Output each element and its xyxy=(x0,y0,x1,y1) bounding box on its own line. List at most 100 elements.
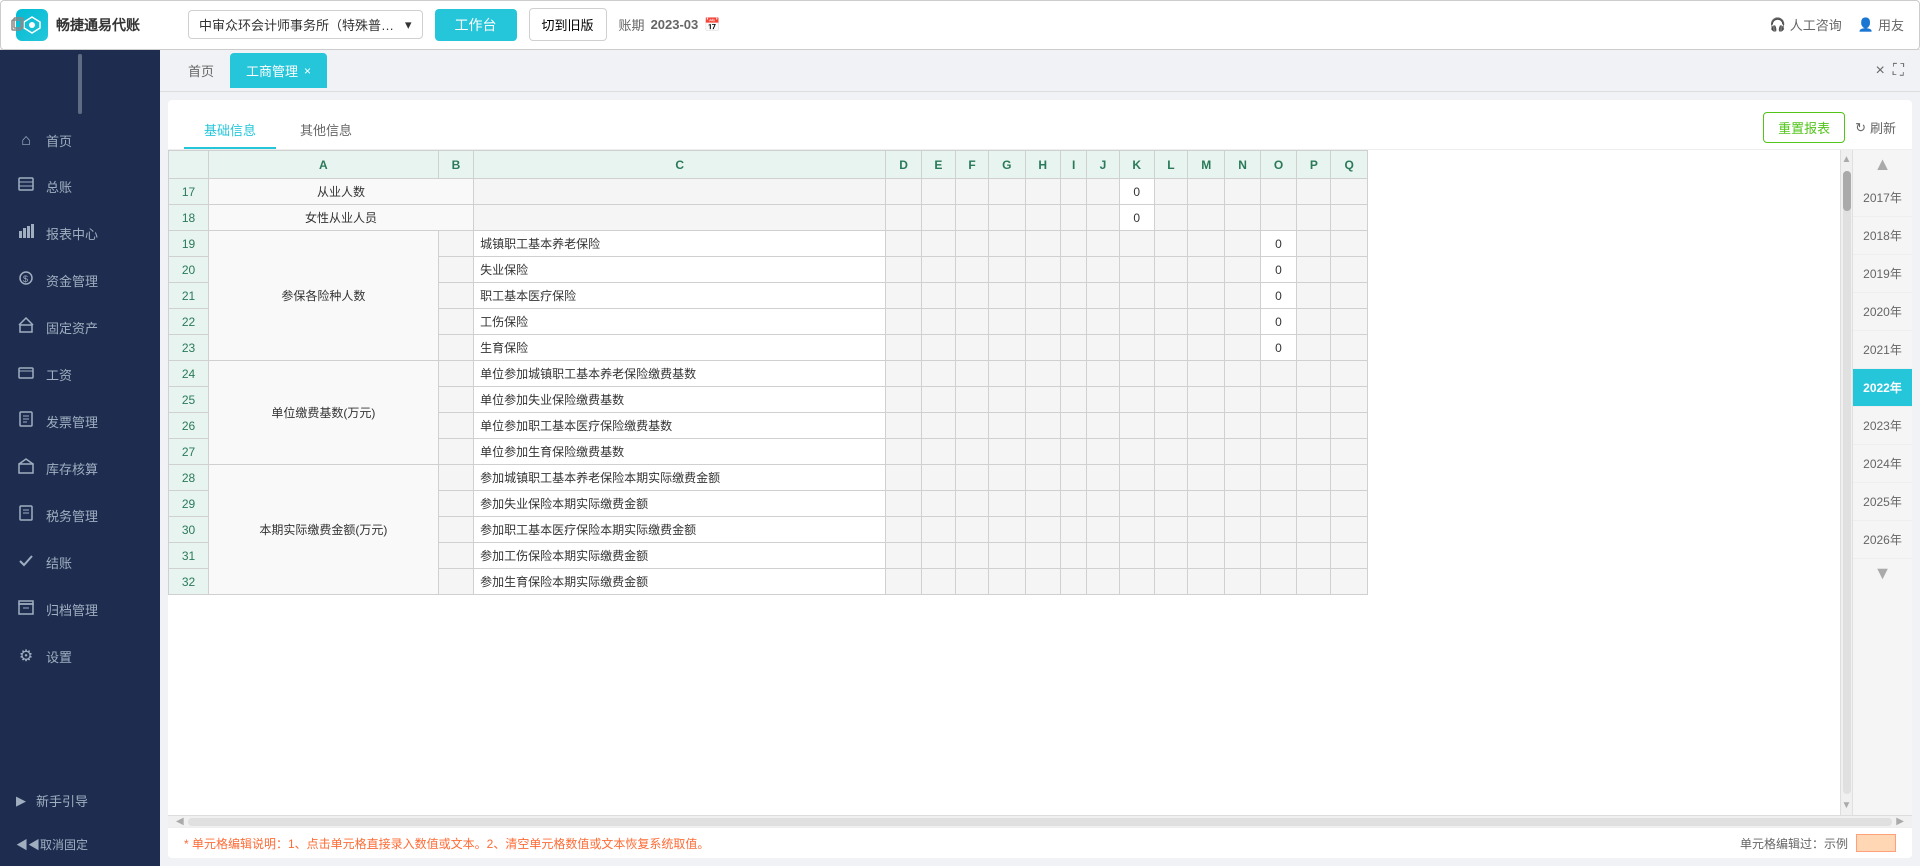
sidebar-item-wages[interactable]: 工资 xyxy=(0,351,160,398)
year-item-2026[interactable]: 2026年 xyxy=(1853,521,1912,559)
sidebar-item-inventory[interactable]: 库存核算 xyxy=(0,445,160,492)
cell-30-c[interactable]: 参加职工基本医疗保险本期实际缴费金额 xyxy=(474,517,886,543)
cell-17-g[interactable] xyxy=(989,179,1025,205)
h-scroll-left-button[interactable]: ◀ xyxy=(172,816,188,827)
year-panel-down[interactable]: ▼ xyxy=(1853,559,1912,588)
cell-18-g[interactable] xyxy=(989,205,1025,231)
cell-22-o[interactable]: 0 xyxy=(1260,309,1296,335)
year-item-2024[interactable]: 2024年 xyxy=(1853,445,1912,483)
sidebar-item-archive[interactable]: 归档管理 xyxy=(0,586,160,633)
horizontal-scrollbar[interactable]: ◀ ▶ xyxy=(168,815,1912,827)
scroll-track[interactable] xyxy=(1843,171,1851,794)
sidebar-item-home[interactable]: ⌂ 首页 xyxy=(0,118,160,163)
h-scroll-right-button[interactable]: ▶ xyxy=(1892,816,1908,827)
spreadsheet-container[interactable]: A B C D E F G H I J xyxy=(168,150,1840,815)
cell-18-o[interactable] xyxy=(1260,205,1296,231)
cell-20-c[interactable]: 失业保险 xyxy=(474,257,886,283)
cell-18-l[interactable] xyxy=(1154,205,1187,231)
cell-17-n[interactable] xyxy=(1225,179,1260,205)
cell-17-a[interactable]: 从业人数 xyxy=(209,179,474,205)
tab-home[interactable]: 首页 xyxy=(176,53,226,88)
sidebar-item-cancelfix[interactable]: ◀◀取消固定 xyxy=(0,823,160,866)
sidebar-item-funds[interactable]: $ 资金管理 xyxy=(0,257,160,304)
cell-19-23-a[interactable]: 参保各险种人数 xyxy=(209,231,439,361)
company-copy-button[interactable] xyxy=(0,0,1920,50)
sub-tab-basic[interactable]: 基础信息 xyxy=(184,112,276,149)
cell-17-p[interactable] xyxy=(1297,179,1331,205)
cell-17-c[interactable] xyxy=(474,179,886,205)
cell-20-o[interactable]: 0 xyxy=(1260,257,1296,283)
cell-25-c[interactable]: 单位参加失业保险缴费基数 xyxy=(474,387,886,413)
cell-23-o[interactable]: 0 xyxy=(1260,335,1296,361)
sidebar-scroll[interactable] xyxy=(0,50,160,118)
cell-18-f[interactable] xyxy=(956,205,989,231)
cell-17-l[interactable] xyxy=(1154,179,1187,205)
cell-17-m[interactable] xyxy=(1188,179,1225,205)
sidebar-item-ledger[interactable]: 总账 xyxy=(0,163,160,210)
year-item-2022[interactable]: 2022年 xyxy=(1853,369,1912,407)
tab-close-button[interactable]: × xyxy=(304,64,311,78)
cell-18-d[interactable] xyxy=(886,205,921,231)
cell-18-j[interactable] xyxy=(1087,205,1119,231)
cell-19-c[interactable]: 城镇职工基本养老保险 xyxy=(474,231,886,257)
sidebar-item-newguide[interactable]: ▶ 新手引导 xyxy=(0,778,160,823)
cell-19-b[interactable] xyxy=(438,231,473,257)
year-item-2023[interactable]: 2023年 xyxy=(1853,407,1912,445)
year-item-2025[interactable]: 2025年 xyxy=(1853,483,1912,521)
cell-17-o[interactable] xyxy=(1260,179,1296,205)
cell-27-c[interactable]: 单位参加生育保险缴费基数 xyxy=(474,439,886,465)
tab-active[interactable]: 工商管理 × xyxy=(230,53,327,88)
cell-19-o[interactable]: 0 xyxy=(1260,231,1296,257)
cell-18-m[interactable] xyxy=(1188,205,1225,231)
scroll-thumb[interactable] xyxy=(1843,171,1851,211)
cell-18-c[interactable] xyxy=(474,205,886,231)
cell-21-o[interactable]: 0 xyxy=(1260,283,1296,309)
cell-17-k[interactable]: 0 xyxy=(1119,179,1154,205)
cell-32-c[interactable]: 参加生育保险本期实际缴费金额 xyxy=(474,569,886,595)
sidebar-item-settings[interactable]: ⚙ 设置 xyxy=(0,633,160,679)
year-item-2018[interactable]: 2018年 xyxy=(1853,217,1912,255)
cell-24-27-a[interactable]: 单位缴费基数(万元) xyxy=(209,361,439,465)
cell-18-a[interactable]: 女性从业人员 xyxy=(209,205,474,231)
cell-26-c[interactable]: 单位参加职工基本医疗保险缴费基数 xyxy=(474,413,886,439)
cell-17-f[interactable] xyxy=(956,179,989,205)
sub-tab-other[interactable]: 其他信息 xyxy=(280,112,372,149)
cell-23-c[interactable]: 生育保险 xyxy=(474,335,886,361)
sidebar-item-reports[interactable]: 报表中心 xyxy=(0,210,160,257)
cell-28-c[interactable]: 参加城镇职工基本养老保险本期实际缴费金额 xyxy=(474,465,886,491)
cell-18-q[interactable] xyxy=(1331,205,1368,231)
close-window-button[interactable]: × xyxy=(1875,62,1884,80)
year-item-2020[interactable]: 2020年 xyxy=(1853,293,1912,331)
vertical-scrollbar[interactable]: ▲ ▼ xyxy=(1840,150,1852,815)
cell-17-h[interactable] xyxy=(1025,179,1060,205)
cell-18-i[interactable] xyxy=(1060,205,1087,231)
year-item-2017[interactable]: 2017年 xyxy=(1853,179,1912,217)
cell-17-d[interactable] xyxy=(886,179,921,205)
cell-18-p[interactable] xyxy=(1297,205,1331,231)
cell-22-c[interactable]: 工伤保险 xyxy=(474,309,886,335)
cell-21-c[interactable]: 职工基本医疗保险 xyxy=(474,283,886,309)
cell-18-h[interactable] xyxy=(1025,205,1060,231)
maximize-window-button[interactable]: ⛶ xyxy=(1893,62,1904,80)
sidebar-item-invoices[interactable]: 发票管理 xyxy=(0,398,160,445)
cell-17-e[interactable] xyxy=(921,179,955,205)
cell-18-n[interactable] xyxy=(1225,205,1260,231)
cell-18-k[interactable]: 0 xyxy=(1119,205,1154,231)
cell-28-32-a[interactable]: 本期实际缴费金额(万元) xyxy=(209,465,439,595)
h-scroll-track[interactable] xyxy=(188,818,1893,826)
cell-17-i[interactable] xyxy=(1060,179,1087,205)
cell-31-c[interactable]: 参加工伤保险本期实际缴费金额 xyxy=(474,543,886,569)
cell-24-c[interactable]: 单位参加城镇职工基本养老保险缴费基数 xyxy=(474,361,886,387)
sidebar-item-assets[interactable]: 固定资产 xyxy=(0,304,160,351)
reset-report-button[interactable]: 重置报表 xyxy=(1763,112,1845,143)
sidebar-item-closing[interactable]: 结账 xyxy=(0,539,160,586)
year-item-2019[interactable]: 2019年 xyxy=(1853,255,1912,293)
cell-17-q[interactable] xyxy=(1331,179,1368,205)
year-item-2021[interactable]: 2021年 xyxy=(1853,331,1912,369)
refresh-button[interactable]: ↻ 刷新 xyxy=(1855,118,1896,137)
cell-18-e[interactable] xyxy=(921,205,955,231)
sidebar-item-tax[interactable]: 税务管理 xyxy=(0,492,160,539)
cell-29-c[interactable]: 参加失业保险本期实际缴费金额 xyxy=(474,491,886,517)
cell-17-j[interactable] xyxy=(1087,179,1119,205)
year-panel-up[interactable]: ▲ xyxy=(1853,150,1912,179)
